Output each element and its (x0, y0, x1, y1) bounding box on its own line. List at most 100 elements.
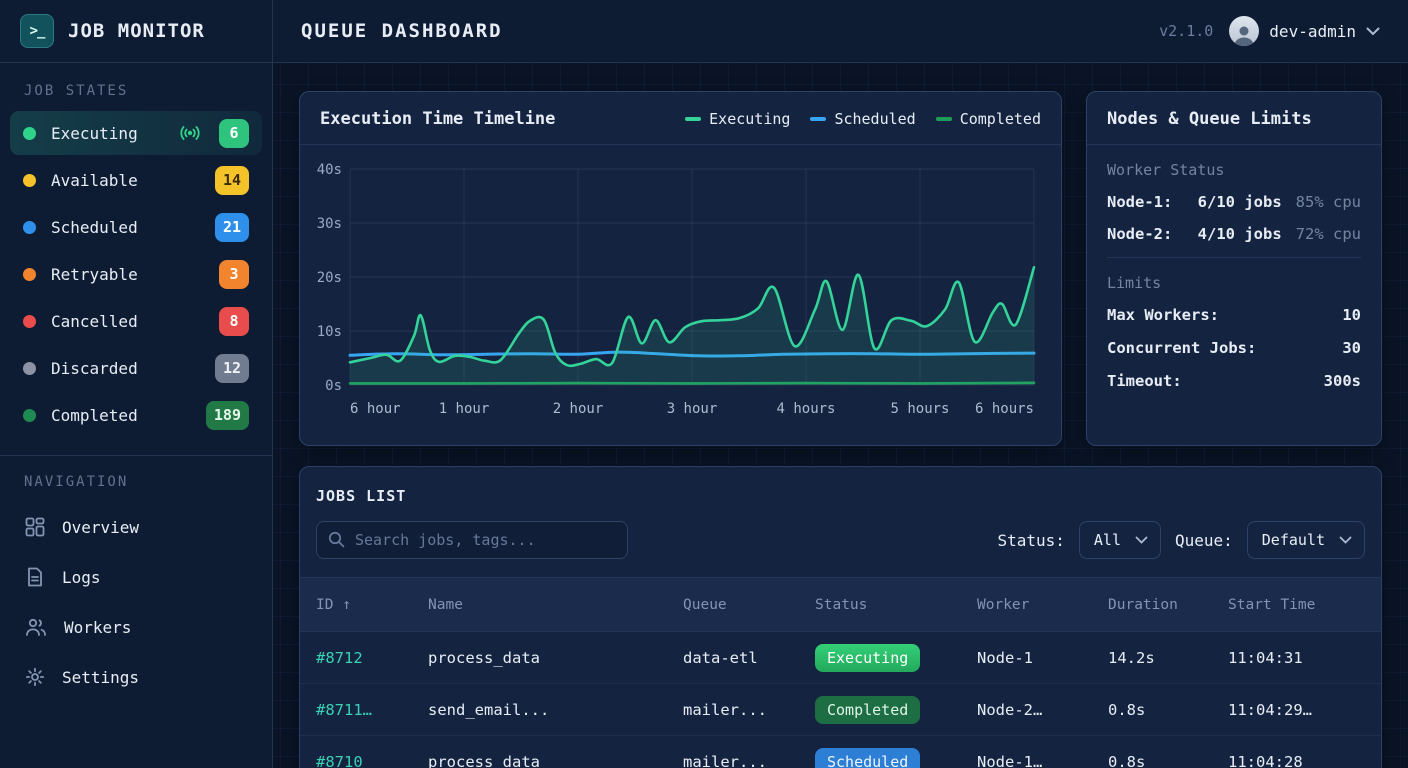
job-queue: data-etl (683, 648, 758, 667)
retryable-dot-icon (23, 267, 36, 281)
navigation-heading: NAVIGATION (24, 474, 129, 490)
scheduled-dash-icon (810, 117, 827, 121)
count-badge: 8 (219, 306, 249, 336)
state-label: Executing (51, 123, 138, 143)
column-header-id[interactable]: ID ↑ (300, 597, 412, 613)
limit-value: 10 (1342, 306, 1361, 324)
job-start-time: 11:04:29… (1228, 700, 1312, 719)
users-icon (25, 617, 47, 637)
sidebar-item-discarded[interactable]: Discarded 12 (10, 346, 262, 390)
job-queue: mailer... (683, 700, 767, 719)
job-duration: 14.2s (1108, 648, 1155, 667)
sidebar-item-scheduled[interactable]: Scheduled 21 (10, 205, 262, 249)
timeline-chart: 0s 10s 20s 30s 40s 6 hour 1 hour 2 hour 3 hour 4 … (317, 162, 1036, 417)
queue-filter-select[interactable]: Default (1246, 521, 1365, 559)
chevron-down-icon (1366, 27, 1380, 36)
executing-dash-icon (685, 117, 702, 121)
state-label: Retryable (51, 264, 138, 284)
job-id-link[interactable]: #8710 (300, 753, 412, 768)
svg-text:5 hours: 5 hours (890, 401, 949, 417)
status-filter-select[interactable]: All (1078, 521, 1161, 559)
chart-legend: Executing Scheduled Completed (685, 110, 1041, 128)
job-id-link[interactable]: #8712 (300, 649, 412, 667)
limit-label: Timeout: (1107, 372, 1182, 390)
terminal-icon: >_ (20, 14, 54, 48)
legend-label: Scheduled (834, 110, 916, 128)
svg-text:6 hour: 6 hour (350, 401, 401, 417)
job-queue: mailer... (683, 752, 767, 768)
sidebar-item-cancelled[interactable]: Cancelled 8 (10, 299, 262, 343)
table-row[interactable]: #8712 process_data data-etl Executing No… (300, 632, 1381, 684)
legend-item-completed[interactable]: Completed (935, 110, 1041, 128)
scheduled-dot-icon (23, 220, 36, 234)
column-header-name[interactable]: Name (412, 597, 667, 613)
worker-jobs: 6/10 jobs (1197, 193, 1282, 211)
main-content: Execution Time Timeline Executing Schedu… (273, 63, 1408, 768)
user-menu[interactable]: dev-admin (1229, 16, 1380, 46)
status-filter-label: Status: (997, 530, 1065, 550)
limit-value: 30 (1342, 339, 1361, 357)
app-window: >_ JOB MONITOR QUEUE DASHBOARD v2.1.0 de… (0, 0, 1408, 768)
search-input[interactable] (316, 521, 628, 559)
column-header-start-time[interactable]: Start Time (1212, 597, 1381, 613)
state-label: Discarded (51, 358, 138, 378)
nav-label: Settings (62, 667, 140, 687)
state-label: Cancelled (51, 311, 138, 331)
queue-filter-label: Queue: (1174, 530, 1233, 550)
sidebar-item-overview[interactable]: Overview (0, 502, 272, 552)
job-states-heading: JOB STATES (24, 83, 129, 99)
jobs-list-panel: JOBS LIST Status: All (299, 466, 1382, 768)
column-header-queue[interactable]: Queue (667, 597, 799, 613)
limits-heading: Limits (1107, 274, 1162, 292)
chevron-down-icon (1339, 536, 1352, 544)
job-duration: 0.8s (1108, 752, 1146, 768)
nav-label: Workers (64, 617, 132, 637)
svg-text:6 hours: 6 hours (975, 401, 1034, 417)
sidebar-item-logs[interactable]: Logs (0, 552, 272, 602)
legend-label: Completed (959, 110, 1041, 128)
svg-text:30s: 30s (317, 216, 342, 232)
column-header-worker[interactable]: Worker (961, 597, 1092, 613)
sidebar-item-settings[interactable]: Settings (0, 652, 272, 702)
job-name: process_data (428, 648, 540, 667)
column-header-duration[interactable]: Duration (1092, 597, 1212, 613)
executing-dot-icon (23, 126, 36, 140)
grid-icon (25, 517, 45, 537)
jobs-table: ID ↑ Name Queue Status Worker Duration S… (300, 577, 1381, 768)
completed-dash-icon (935, 117, 952, 121)
svg-text:40s: 40s (317, 162, 342, 178)
search-box (316, 521, 628, 559)
job-id-link[interactable]: #8711… (300, 701, 412, 719)
legend-item-executing[interactable]: Executing (685, 110, 790, 128)
sidebar-item-completed[interactable]: Completed 189 (10, 393, 262, 437)
legend-item-scheduled[interactable]: Scheduled (810, 110, 916, 128)
sidebar-item-executing[interactable]: Executing 6 (10, 111, 262, 155)
broadcast-icon (178, 125, 202, 141)
sidebar-item-retryable[interactable]: Retryable 3 (10, 252, 262, 296)
available-dot-icon (23, 173, 36, 187)
sidebar-item-available[interactable]: Available 14 (10, 158, 262, 202)
table-row[interactable]: #8710 process_data mailer... Scheduled N… (300, 736, 1381, 768)
legend-label: Executing (709, 110, 791, 128)
app-name: JOB MONITOR (68, 20, 205, 42)
job-worker: Node-1 (977, 648, 1033, 667)
gear-icon (25, 667, 45, 687)
sidebar-item-workers[interactable]: Workers (0, 602, 272, 652)
sidebar: JOB STATES Executing 6 Available 14 Sche… (0, 63, 273, 768)
count-badge: 14 (214, 165, 249, 195)
table-header-row: ID ↑ Name Queue Status Worker Duration S… (300, 577, 1381, 632)
job-start-time: 11:04:28 (1228, 752, 1303, 768)
chevron-down-icon (1135, 536, 1148, 544)
nav-label: Logs (62, 567, 101, 587)
job-name: send_email... (428, 700, 550, 719)
column-header-status[interactable]: Status (799, 597, 961, 613)
job-worker: Node-2… (977, 700, 1043, 719)
nav-label: Overview (62, 517, 140, 537)
sort-ascending-icon: ↑ (342, 596, 351, 613)
count-badge: 21 (214, 212, 249, 242)
avatar (1229, 16, 1260, 46)
worker-name: Node-2: (1107, 225, 1173, 243)
execution-timeline-panel: Execution Time Timeline Executing Schedu… (299, 91, 1062, 446)
table-row[interactable]: #8711… send_email... mailer... Completed… (300, 684, 1381, 736)
state-label: Available (51, 170, 138, 190)
